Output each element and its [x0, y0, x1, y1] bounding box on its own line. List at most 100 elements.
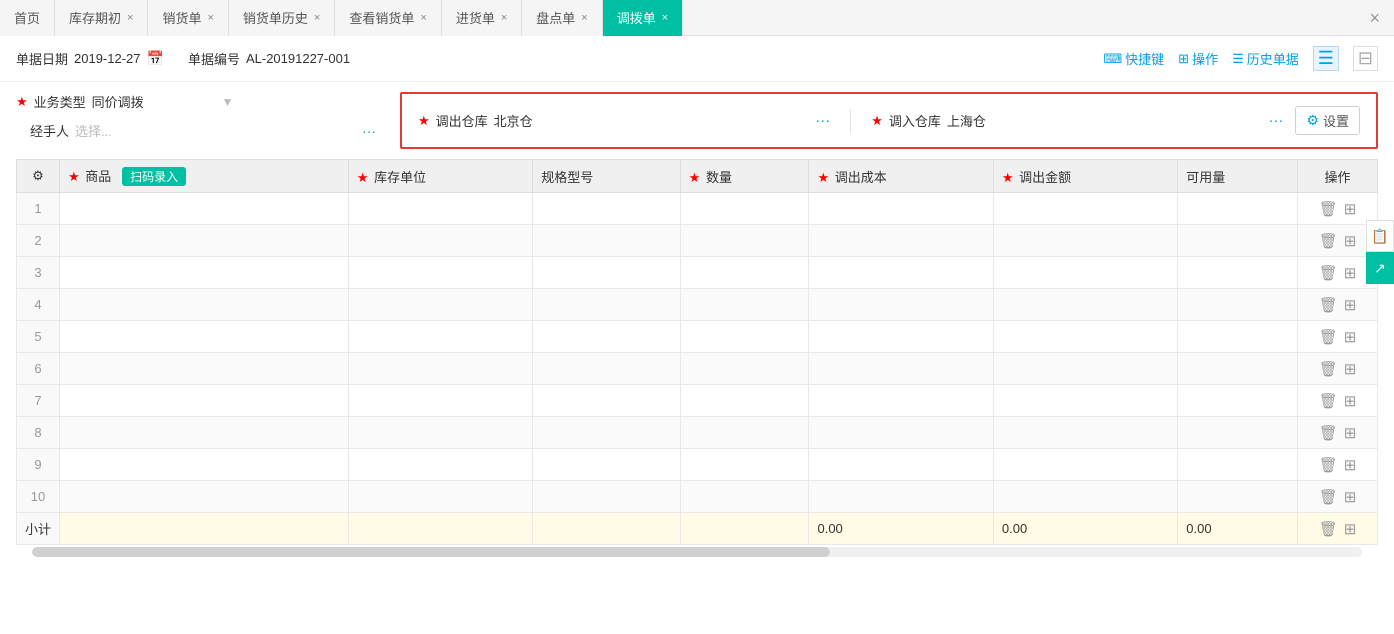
tab-view-sales-close[interactable]: ×	[420, 12, 426, 24]
row-amount-8[interactable]	[993, 417, 1177, 449]
row-spec-2[interactable]	[533, 225, 680, 257]
row-delete-icon-9[interactable]: 🗑	[1319, 456, 1338, 474]
row-unit-2[interactable]	[348, 225, 532, 257]
business-type-dropdown-icon[interactable]: ▼	[222, 95, 234, 109]
handler-value[interactable]: 选择...	[75, 121, 195, 140]
tab-view-sales[interactable]: 查看销货单 ×	[335, 0, 441, 36]
layout-list-icon[interactable]: ☰	[1313, 46, 1339, 71]
right-doc-icon[interactable]: 📋	[1366, 220, 1394, 252]
row-quantity-6[interactable]	[680, 353, 809, 385]
row-delete-icon-10[interactable]: 🗑	[1319, 488, 1338, 506]
row-quantity-3[interactable]	[680, 257, 809, 289]
tab-inventory-init[interactable]: 库存期初 ×	[55, 0, 148, 36]
row-product-8[interactable]	[60, 417, 349, 449]
row-unit-5[interactable]	[348, 321, 532, 353]
row-product-5[interactable]	[60, 321, 349, 353]
row-unit-1[interactable]	[348, 193, 532, 225]
row-amount-1[interactable]	[993, 193, 1177, 225]
scan-button[interactable]: 扫码录入	[122, 167, 186, 186]
row-product-6[interactable]	[60, 353, 349, 385]
row-amount-2[interactable]	[993, 225, 1177, 257]
history-button[interactable]: ☰ 历史单据	[1232, 49, 1299, 68]
row-copy-icon-6[interactable]: ⊞	[1344, 360, 1357, 378]
row-amount-4[interactable]	[993, 289, 1177, 321]
row-delete-icon-4[interactable]: 🗑	[1319, 296, 1338, 314]
row-cost-10[interactable]	[809, 481, 993, 513]
tab-sales-history-close[interactable]: ×	[314, 12, 320, 24]
row-spec-8[interactable]	[533, 417, 680, 449]
warehouse-out-more-icon[interactable]: ···	[815, 112, 830, 129]
row-product-10[interactable]	[60, 481, 349, 513]
row-product-2[interactable]	[60, 225, 349, 257]
subtotal-delete-icon[interactable]: 🗑	[1319, 520, 1338, 538]
row-copy-icon-2[interactable]: ⊞	[1344, 232, 1357, 250]
row-unit-9[interactable]	[348, 449, 532, 481]
row-quantity-10[interactable]	[680, 481, 809, 513]
row-copy-icon-1[interactable]: ⊞	[1344, 200, 1357, 218]
row-cost-5[interactable]	[809, 321, 993, 353]
row-quantity-2[interactable]	[680, 225, 809, 257]
calendar-icon[interactable]: 📅	[147, 50, 164, 67]
tab-inventory-init-close[interactable]: ×	[127, 12, 133, 24]
row-spec-10[interactable]	[533, 481, 680, 513]
row-cost-6[interactable]	[809, 353, 993, 385]
row-quantity-9[interactable]	[680, 449, 809, 481]
row-unit-6[interactable]	[348, 353, 532, 385]
tab-inventory-check-close[interactable]: ×	[581, 12, 587, 24]
row-delete-icon-3[interactable]: 🗑	[1319, 264, 1338, 282]
tab-purchase-order[interactable]: 进货单 ×	[442, 0, 522, 36]
tab-inventory-check[interactable]: 盘点单 ×	[522, 0, 602, 36]
row-delete-icon-8[interactable]: 🗑	[1319, 424, 1338, 442]
row-cost-2[interactable]	[809, 225, 993, 257]
horizontal-scrollbar[interactable]	[32, 547, 1362, 557]
row-product-7[interactable]	[60, 385, 349, 417]
row-copy-icon-5[interactable]: ⊞	[1344, 328, 1357, 346]
row-unit-7[interactable]	[348, 385, 532, 417]
row-delete-icon-5[interactable]: 🗑	[1319, 328, 1338, 346]
row-copy-icon-4[interactable]: ⊞	[1344, 296, 1357, 314]
row-amount-6[interactable]	[993, 353, 1177, 385]
row-cost-9[interactable]	[809, 449, 993, 481]
row-product-9[interactable]	[60, 449, 349, 481]
shortcuts-button[interactable]: ⌨ 快捷键	[1103, 49, 1164, 68]
tab-purchase-order-close[interactable]: ×	[501, 12, 507, 24]
row-amount-9[interactable]	[993, 449, 1177, 481]
settings-button[interactable]: ⚙ 设置	[1295, 106, 1360, 135]
tab-sales-order-close[interactable]: ×	[207, 12, 213, 24]
row-cost-4[interactable]	[809, 289, 993, 321]
layout-grid-icon[interactable]: ⊟	[1353, 46, 1378, 71]
row-spec-4[interactable]	[533, 289, 680, 321]
row-delete-icon-7[interactable]: 🗑	[1319, 392, 1338, 410]
row-unit-8[interactable]	[348, 417, 532, 449]
row-unit-3[interactable]	[348, 257, 532, 289]
tab-transfer-order-close[interactable]: ×	[662, 12, 668, 24]
th-gear[interactable]: ⚙	[17, 160, 60, 193]
row-spec-1[interactable]	[533, 193, 680, 225]
row-spec-6[interactable]	[533, 353, 680, 385]
row-unit-10[interactable]	[348, 481, 532, 513]
row-cost-8[interactable]	[809, 417, 993, 449]
row-amount-10[interactable]	[993, 481, 1177, 513]
right-expand-icon[interactable]: ↗	[1366, 252, 1394, 284]
row-spec-9[interactable]	[533, 449, 680, 481]
row-spec-5[interactable]	[533, 321, 680, 353]
row-copy-icon-9[interactable]: ⊞	[1344, 456, 1357, 474]
row-copy-icon-10[interactable]: ⊞	[1344, 488, 1357, 506]
tab-home[interactable]: 首页	[0, 0, 55, 36]
row-amount-3[interactable]	[993, 257, 1177, 289]
row-quantity-8[interactable]	[680, 417, 809, 449]
row-cost-3[interactable]	[809, 257, 993, 289]
tab-transfer-order[interactable]: 调拨单 ×	[603, 0, 683, 36]
row-delete-icon-2[interactable]: 🗑	[1319, 232, 1338, 250]
subtotal-copy-icon[interactable]: ⊞	[1344, 520, 1357, 538]
row-unit-4[interactable]	[348, 289, 532, 321]
row-delete-icon-1[interactable]: 🗑	[1319, 200, 1338, 218]
handler-more-icon[interactable]: ···	[362, 123, 376, 139]
row-product-1[interactable]	[60, 193, 349, 225]
operations-button[interactable]: ⊞ 操作	[1178, 49, 1218, 68]
row-delete-icon-6[interactable]: 🗑	[1319, 360, 1338, 378]
row-amount-5[interactable]	[993, 321, 1177, 353]
row-product-3[interactable]	[60, 257, 349, 289]
row-cost-1[interactable]	[809, 193, 993, 225]
row-product-4[interactable]	[60, 289, 349, 321]
